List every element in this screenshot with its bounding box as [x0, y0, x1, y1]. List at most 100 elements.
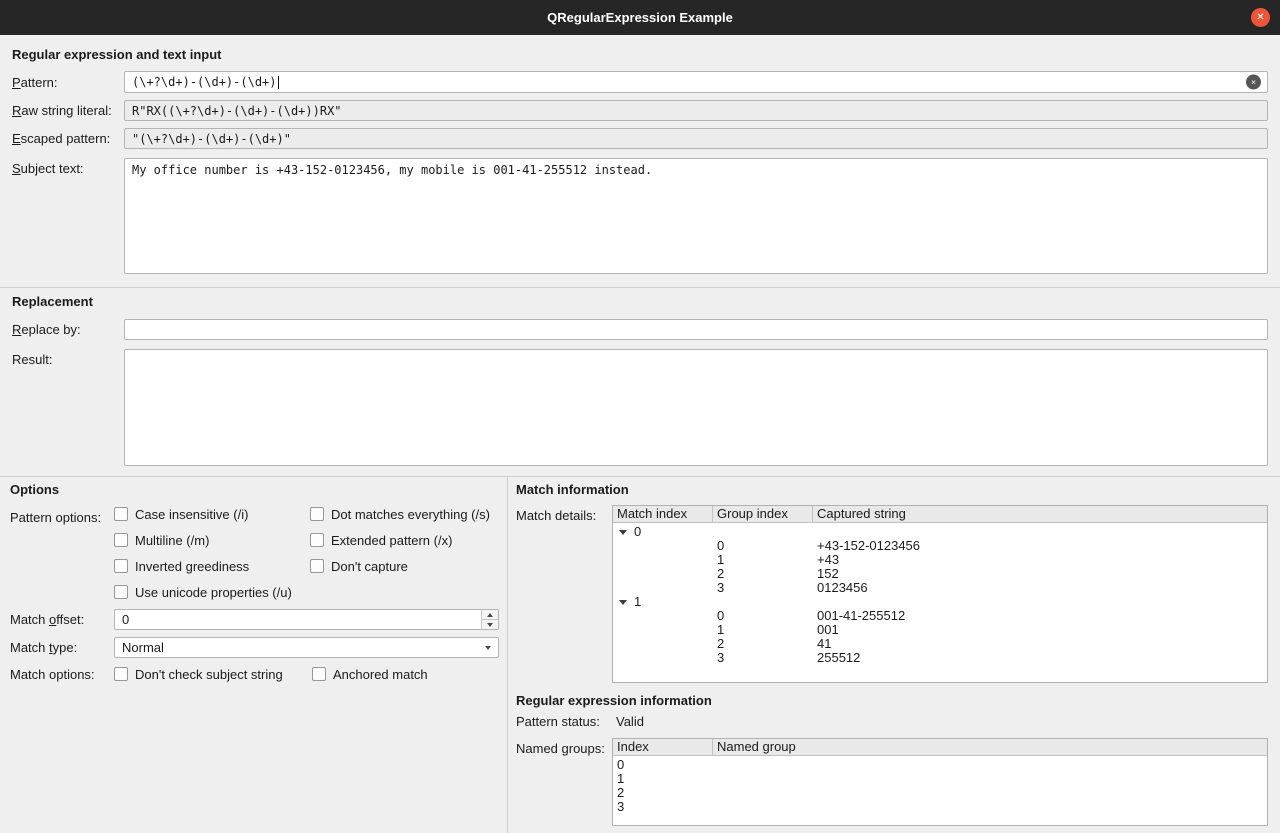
checkbox-unicode-properties[interactable]: Use unicode properties (/u) — [114, 585, 310, 599]
group-row[interactable]: 2152 — [613, 567, 1267, 581]
replace-by-input[interactable] — [124, 319, 1268, 340]
match-details-label: Match details: — [516, 505, 612, 523]
options-panel: Options Pattern options: Case insensitiv… — [0, 477, 507, 833]
escaped-pattern-text: "(\+?\d+)-(\d+)-(\d+)" — [132, 132, 291, 146]
pattern-text: (\+?\d+)-(\d+)-(\d+) — [132, 75, 277, 89]
checkbox-inverted-greediness[interactable]: Inverted greediness — [114, 559, 310, 573]
captured-string: 0123456 — [813, 581, 1267, 595]
checkbox-dont-check-subject[interactable]: Don't check subject string — [114, 667, 312, 681]
subject-row: Subject text: My office number is +43-15… — [12, 158, 1268, 274]
table-body: 0 1 2 3 — [613, 756, 1267, 825]
captured-string: +43 — [813, 553, 1267, 567]
pattern-options-checkboxes: Case insensitive (/i) Dot matches everyt… — [114, 507, 499, 599]
named-groups-label: Named groups: — [516, 738, 612, 756]
checkbox-box — [312, 667, 326, 681]
checkbox-dont-capture[interactable]: Don't capture — [310, 559, 499, 573]
group-row[interactable]: 30123456 — [613, 581, 1267, 595]
checkbox-multiline[interactable]: Multiline (/m) — [114, 533, 310, 547]
spin-up-button[interactable] — [482, 610, 498, 619]
match-offset-label: Match offset: — [10, 612, 114, 627]
escaped-pattern-field[interactable]: "(\+?\d+)-(\d+)-(\d+)" — [124, 128, 1268, 149]
pattern-status-row: Pattern status: Valid — [516, 714, 1268, 729]
match-row-1[interactable]: 1 — [613, 595, 1267, 609]
clear-icon: ✕ — [1251, 78, 1256, 86]
pattern-input[interactable]: (\+?\d+)-(\d+)-(\d+) ✕ — [124, 71, 1268, 93]
column-index: Index — [613, 739, 713, 755]
checkbox-label: Don't check subject string — [135, 667, 283, 682]
section-heading-regexp-info: Regular expression information — [516, 693, 1268, 708]
arrow-down-icon — [487, 623, 493, 627]
checkbox-case-insensitive[interactable]: Case insensitive (/i) — [114, 507, 310, 521]
section-heading-match-info: Match information — [516, 482, 1268, 497]
replace-by-label: Replace by: — [12, 322, 124, 337]
group-index: 1 — [613, 772, 713, 786]
pattern-status-label: Pattern status: — [516, 714, 612, 729]
checkbox-dot-matches-everything[interactable]: Dot matches everything (/s) — [310, 507, 499, 521]
column-match-index: Match index — [613, 506, 713, 522]
group-index: 1 — [713, 623, 813, 637]
checkbox-extended-pattern[interactable]: Extended pattern (/x) — [310, 533, 499, 547]
group-name — [713, 800, 1267, 814]
group-name — [713, 758, 1267, 772]
pattern-options-row: Pattern options: Case insensitive (/i) D… — [10, 507, 499, 599]
match-options-checkboxes: Don't check subject string Anchored matc… — [114, 667, 499, 681]
group-index: 1 — [713, 553, 813, 567]
group-row[interactable]: 0001-41-255512 — [613, 609, 1267, 623]
group-index: 2 — [713, 637, 813, 651]
match-type-select[interactable]: Normal — [114, 637, 499, 658]
group-name — [713, 786, 1267, 800]
close-button[interactable]: ✕ — [1251, 8, 1270, 27]
match-index: 1 — [634, 595, 641, 609]
checkbox-box — [114, 559, 128, 573]
named-groups-row: Named groups: Index Named group 0 1 2 3 — [516, 738, 1268, 826]
match-options-label: Match options: — [10, 667, 114, 682]
named-group-row[interactable]: 2 — [613, 786, 1267, 800]
checkbox-box — [114, 533, 128, 547]
group-index: 3 — [713, 651, 813, 665]
group-index: 0 — [713, 609, 813, 623]
arrow-up-icon — [487, 613, 493, 617]
group-row[interactable]: 1001 — [613, 623, 1267, 637]
close-icon: ✕ — [1256, 13, 1264, 23]
group-index: 3 — [713, 581, 813, 595]
bottom-section: Options Pattern options: Case insensitiv… — [0, 477, 1280, 833]
match-row-0[interactable]: 0 — [613, 525, 1267, 539]
named-group-row[interactable]: 1 — [613, 772, 1267, 786]
named-group-row[interactable]: 3 — [613, 800, 1267, 814]
group-row[interactable]: 3255512 — [613, 651, 1267, 665]
raw-string-row: Raw string literal: R"RX((\+?\d+)-(\d+)-… — [12, 100, 1268, 121]
captured-string: 41 — [813, 637, 1267, 651]
group-name — [713, 772, 1267, 786]
table-header: Index Named group — [613, 739, 1267, 756]
result-text-area[interactable] — [124, 349, 1268, 466]
window-title: QRegularExpression Example — [547, 10, 733, 25]
collapse-arrow-icon[interactable] — [619, 530, 627, 535]
divider — [0, 287, 1280, 288]
clear-text-button[interactable]: ✕ — [1246, 75, 1261, 90]
titlebar[interactable]: QRegularExpression Example ✕ — [0, 0, 1280, 35]
result-row: Result: — [12, 349, 1268, 466]
captured-string: 152 — [813, 567, 1267, 581]
raw-string-field[interactable]: R"RX((\+?\d+)-(\d+)-(\d+))RX" — [124, 100, 1268, 121]
match-offset-spinbox[interactable]: 0 — [114, 609, 499, 630]
group-row[interactable]: 0+43-152-0123456 — [613, 539, 1267, 553]
match-options-row: Match options: Don't check subject strin… — [10, 667, 499, 682]
named-groups-table: Index Named group 0 1 2 3 — [612, 738, 1268, 826]
result-label: Result: — [12, 349, 124, 367]
chevron-down-icon — [478, 638, 498, 657]
raw-string-label: Raw string literal: — [12, 103, 124, 118]
checkbox-label: Use unicode properties (/u) — [135, 585, 292, 600]
checkbox-box — [114, 585, 128, 599]
pattern-row: Pattern: (\+?\d+)-(\d+)-(\d+) ✕ — [12, 71, 1268, 93]
match-info-panel: Match information Match details: Match i… — [508, 477, 1280, 833]
group-index: 2 — [713, 567, 813, 581]
subject-text-area[interactable]: My office number is +43-152-0123456, my … — [124, 158, 1268, 274]
escaped-pattern-label: Escaped pattern: — [12, 131, 124, 146]
spin-down-button[interactable] — [482, 619, 498, 629]
section-heading-replacement: Replacement — [12, 294, 1268, 309]
named-group-row[interactable]: 0 — [613, 758, 1267, 772]
collapse-arrow-icon[interactable] — [619, 600, 627, 605]
group-row[interactable]: 241 — [613, 637, 1267, 651]
checkbox-anchored-match[interactable]: Anchored match — [312, 667, 499, 681]
group-row[interactable]: 1+43 — [613, 553, 1267, 567]
